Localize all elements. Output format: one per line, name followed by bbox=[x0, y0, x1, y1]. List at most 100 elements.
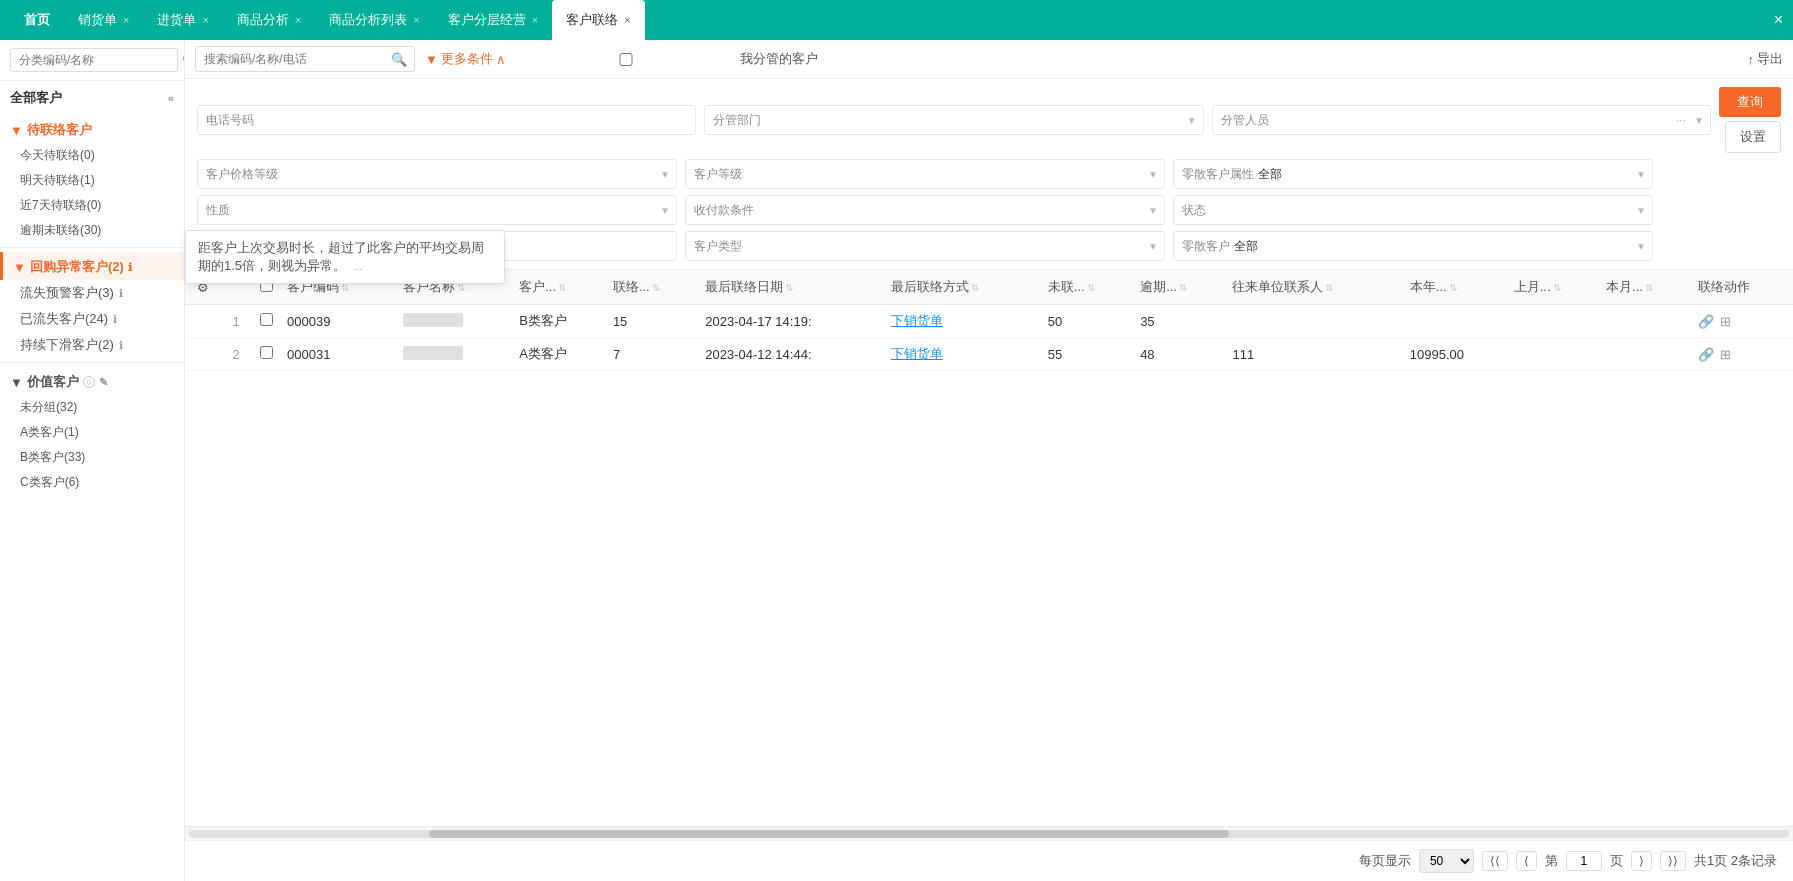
row-check-1[interactable] bbox=[251, 338, 281, 371]
more-conditions-label: 更多条件 bbox=[441, 50, 493, 68]
last-page-btn[interactable]: ⟩⟩ bbox=[1660, 851, 1686, 871]
row-lastmethod-0[interactable]: 下销货单 bbox=[885, 305, 1042, 338]
adv-cust-type[interactable]: 客户类型 ▼ bbox=[685, 231, 1165, 261]
sidebar-group-value[interactable]: ▼ 价值客户 ○ ✎ bbox=[0, 367, 184, 395]
sidebar-all-customers[interactable]: 全部客户 « bbox=[0, 81, 184, 115]
adv-status[interactable]: 状态 ▼ bbox=[1173, 195, 1653, 225]
sidebar-item-today[interactable]: 今天待联络(0) bbox=[0, 143, 184, 168]
tab-product-list[interactable]: 商品分析列表 × bbox=[315, 0, 433, 40]
first-page-btn[interactable]: ⟨⟨ bbox=[1482, 851, 1508, 871]
next-page-btn[interactable]: ⟩ bbox=[1631, 851, 1652, 871]
row-gear-1[interactable] bbox=[185, 338, 221, 371]
adv-price-level[interactable]: 客户价格等级 ▼ bbox=[197, 159, 677, 189]
action-link-icon-0[interactable]: 🔗 bbox=[1698, 314, 1714, 329]
main-search-input[interactable] bbox=[195, 46, 415, 72]
tab-customer-tier[interactable]: 客户分层经营 × bbox=[434, 0, 552, 40]
horizontal-scrollbar[interactable] bbox=[185, 826, 1793, 840]
col-overdue-sort[interactable]: ⇅ bbox=[1179, 282, 1187, 293]
per-page-select[interactable]: 50 100 200 bbox=[1419, 849, 1474, 873]
sidebar-item-lostwarning[interactable]: 流失预警客户(3) ℹ bbox=[0, 280, 184, 306]
adv-cust-level[interactable]: 客户等级 ▼ bbox=[685, 159, 1165, 189]
sidebar-collapse-btn[interactable]: « bbox=[168, 92, 174, 104]
col-lastmonth[interactable]: 上月...⇅ bbox=[1508, 270, 1600, 305]
col-lastmethod-sort[interactable]: ⇅ bbox=[971, 282, 979, 293]
tab-product-analysis[interactable]: 商品分析 × bbox=[223, 0, 315, 40]
adv-sparse-attr[interactable]: 零散客户属性 全部 ▼ bbox=[1173, 159, 1653, 189]
my-customers-check[interactable]: 我分管的客户 bbox=[516, 50, 818, 68]
col-thisyear[interactable]: 本年...⇅ bbox=[1404, 270, 1508, 305]
sidebar-group-pending[interactable]: ▼ 待联络客户 bbox=[0, 115, 184, 143]
col-unitcontact[interactable]: 往来单位联系人⇅ bbox=[1226, 270, 1403, 305]
row-checkbox-0[interactable] bbox=[260, 313, 273, 326]
adv-dept[interactable]: 分管部门 ▼ bbox=[704, 105, 1203, 135]
action-qr-icon-0[interactable]: ⊞ bbox=[1720, 314, 1731, 329]
tab-product-analysis-close[interactable]: × bbox=[295, 14, 301, 26]
my-customers-checkbox[interactable] bbox=[516, 53, 736, 66]
col-type[interactable]: 客户...⇅ bbox=[513, 270, 607, 305]
prev-page-btn[interactable]: ⟨ bbox=[1516, 851, 1537, 871]
adv-phone[interactable]: 电话号码 bbox=[197, 105, 696, 135]
row-check-0[interactable] bbox=[251, 305, 281, 338]
action-link-icon-1[interactable]: 🔗 bbox=[1698, 347, 1714, 362]
sidebar-item-class-b[interactable]: B类客户(33) bbox=[0, 445, 184, 470]
action-qr-icon-1[interactable]: ⊞ bbox=[1720, 347, 1731, 362]
adv-manager-arrow: ▼ bbox=[1694, 115, 1704, 126]
col-thismonth[interactable]: 本月...⇅ bbox=[1600, 270, 1692, 305]
page-input[interactable] bbox=[1566, 851, 1602, 871]
sidebar-item-class-c[interactable]: C类客户(6) bbox=[0, 470, 184, 495]
window-close-button[interactable]: × bbox=[1774, 11, 1783, 29]
col-notcontact[interactable]: 未联...⇅ bbox=[1042, 270, 1134, 305]
tab-customer-contact[interactable]: 客户联络 × bbox=[552, 0, 644, 40]
tab-customer-tier-label: 客户分层经营 bbox=[448, 11, 526, 29]
more-conditions-btn[interactable]: ▼ 更多条件 ∧ bbox=[425, 50, 506, 68]
sidebar-item-tomorrow[interactable]: 明天待联络(1) bbox=[0, 168, 184, 193]
sidebar-item-overdue[interactable]: 逾期未联络(30) bbox=[0, 218, 184, 243]
table-body: 1 000039 B类客户 15 2023-04-17 14:19: 下销货单 … bbox=[185, 305, 1793, 371]
tab-purchase[interactable]: 进货单 × bbox=[143, 0, 222, 40]
query-button[interactable]: 查询 bbox=[1719, 87, 1781, 117]
col-contact[interactable]: 联络...⇅ bbox=[607, 270, 699, 305]
sidebar-search-input[interactable] bbox=[10, 48, 178, 72]
sidebar-group-rebuy-abnormal[interactable]: ▼ 回购异常客户(2) ℹ bbox=[0, 252, 184, 280]
tab-customer-tier-close[interactable]: × bbox=[532, 14, 538, 26]
row-lastmethod-link-0[interactable]: 下销货单 bbox=[891, 313, 943, 328]
tab-customer-contact-close[interactable]: × bbox=[624, 14, 630, 26]
col-unitcontact-sort[interactable]: ⇅ bbox=[1325, 282, 1333, 293]
tab-sales-close[interactable]: × bbox=[123, 14, 129, 26]
tab-purchase-close[interactable]: × bbox=[202, 14, 208, 26]
sidebar-group-rebuy-label: 回购异常客户(2) bbox=[30, 258, 124, 276]
export-btn[interactable]: ↑ 导出 bbox=[1748, 50, 1784, 68]
row-lastmethod-link-1[interactable]: 下销货单 bbox=[891, 346, 943, 361]
adv-sparse-cust[interactable]: 零散客户 全部 ▼ bbox=[1173, 231, 1653, 261]
sidebar-item-declining[interactable]: 持续下滑客户(2) ℹ bbox=[0, 332, 184, 358]
row-checkbox-1[interactable] bbox=[260, 346, 273, 359]
col-overdue[interactable]: 逾期...⇅ bbox=[1134, 270, 1226, 305]
scrollbar-thumb[interactable] bbox=[429, 830, 1229, 838]
col-thismonth-sort[interactable]: ⇅ bbox=[1645, 282, 1653, 293]
adv-payment[interactable]: 收付款条件 ▼ bbox=[685, 195, 1165, 225]
row-gear-0[interactable] bbox=[185, 305, 221, 338]
sidebar-item-class-a[interactable]: A类客户(1) bbox=[0, 420, 184, 445]
tab-sales[interactable]: 销货单 × bbox=[64, 0, 143, 40]
col-lastmonth-sort[interactable]: ⇅ bbox=[1553, 282, 1561, 293]
col-lastdate-sort[interactable]: ⇅ bbox=[785, 282, 793, 293]
sidebar-item-7days[interactable]: 近7天待联络(0) bbox=[0, 193, 184, 218]
adv-nature[interactable]: 性质 ▼ bbox=[197, 195, 677, 225]
setting-button[interactable]: 设置 bbox=[1725, 121, 1781, 153]
col-type-sort[interactable]: ⇅ bbox=[558, 282, 566, 293]
row-lastmonth-0 bbox=[1508, 305, 1600, 338]
main-search-icon[interactable]: 🔍 bbox=[391, 52, 407, 67]
tab-home[interactable]: 首页 bbox=[10, 0, 64, 40]
col-notcontact-sort[interactable]: ⇅ bbox=[1087, 282, 1095, 293]
sidebar-item-lost[interactable]: 已流失客户(24) ℹ bbox=[0, 306, 184, 332]
col-lastdate[interactable]: 最后联络日期⇅ bbox=[699, 270, 885, 305]
col-lastmethod[interactable]: 最后联络方式⇅ bbox=[885, 270, 1042, 305]
col-thisyear-sort[interactable]: ⇅ bbox=[1449, 282, 1457, 293]
tab-product-list-close[interactable]: × bbox=[413, 14, 419, 26]
sidebar-item-lost-info: ℹ bbox=[113, 313, 117, 325]
col-contact-sort[interactable]: ⇅ bbox=[652, 282, 660, 293]
adv-manager[interactable]: 分管人员 ··· ▼ bbox=[1212, 105, 1711, 135]
sidebar-item-ungroup[interactable]: 未分组(32) bbox=[0, 395, 184, 420]
row-lastmethod-1[interactable]: 下销货单 bbox=[885, 338, 1042, 371]
sidebar-group-value-edit[interactable]: ✎ bbox=[99, 376, 108, 389]
